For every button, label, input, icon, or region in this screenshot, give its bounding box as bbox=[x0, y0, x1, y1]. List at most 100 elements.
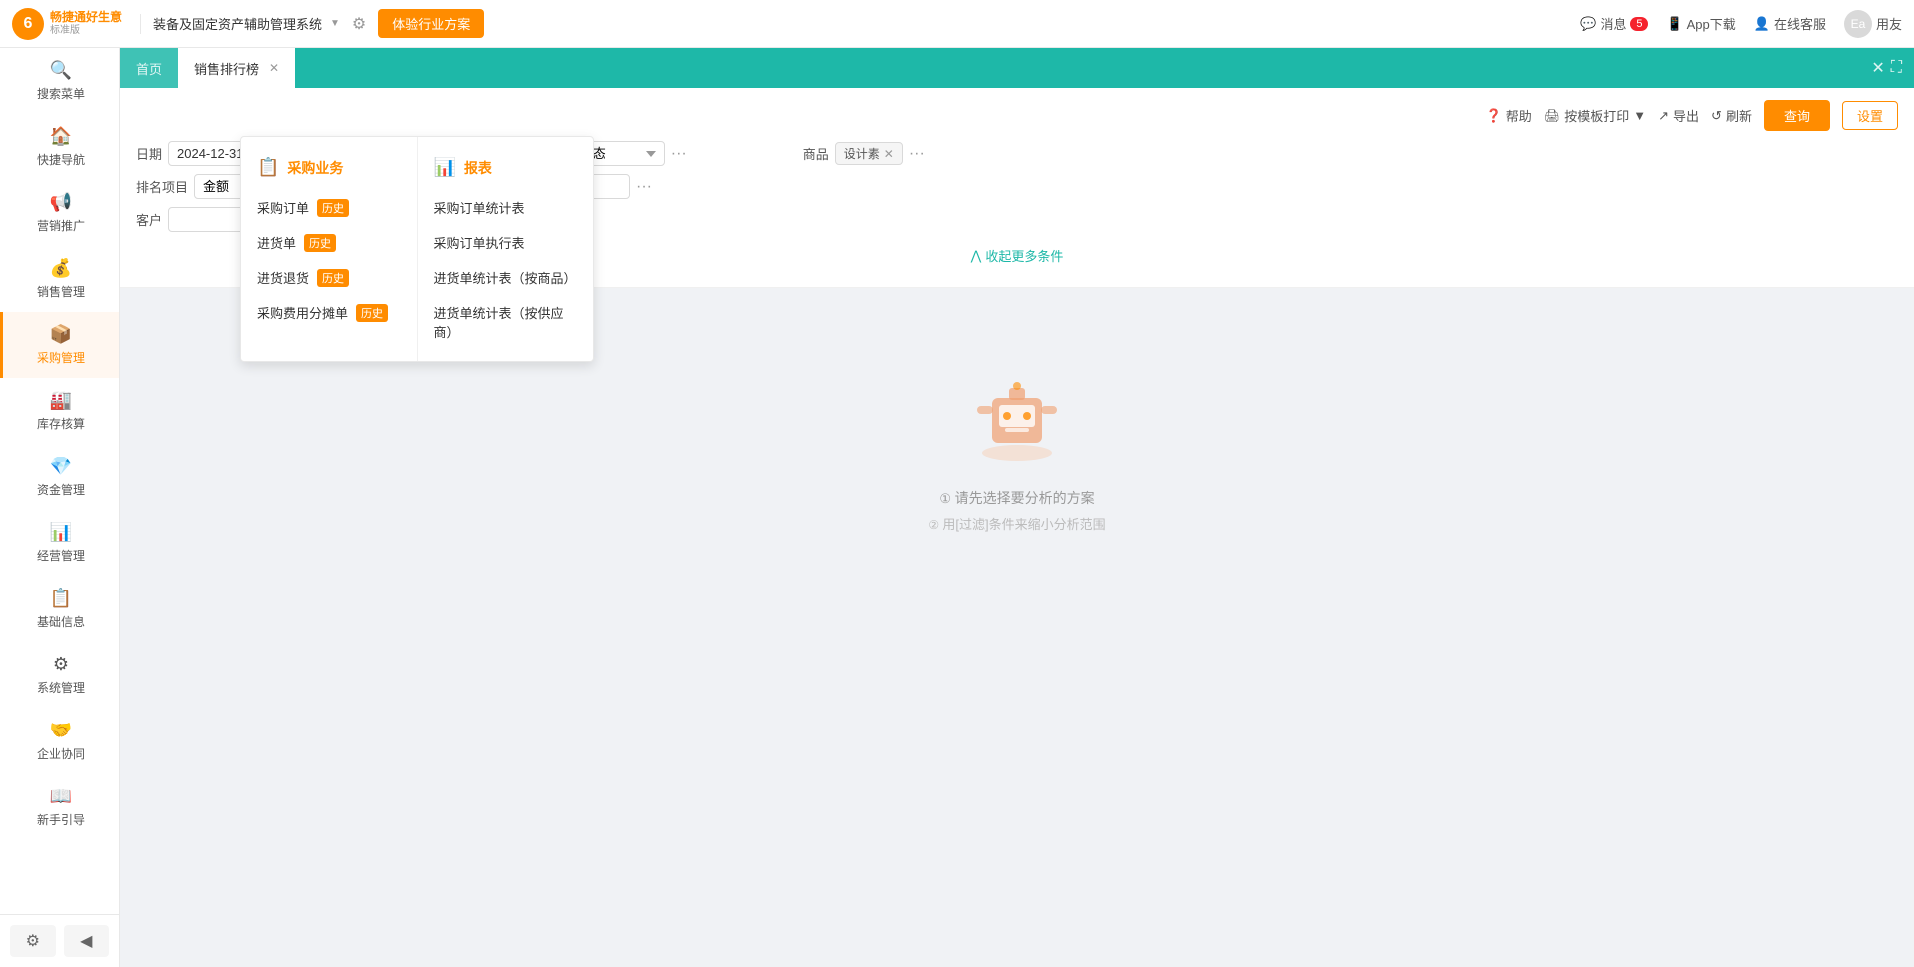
dropdown-item-expense[interactable]: 采购费用分摊单 历史 bbox=[241, 295, 417, 330]
expense-label: 采购费用分摊单 bbox=[257, 303, 348, 322]
goods-label: 商品 bbox=[803, 144, 829, 163]
system-title: 装备及固定资产辅助管理系统 bbox=[153, 14, 322, 33]
dropdown-item-po[interactable]: 采购订单 历史 bbox=[241, 190, 417, 225]
goods-more-dots[interactable]: ··· bbox=[909, 145, 925, 163]
dropdown-col-report: 📊 报表 采购订单统计表 采购订单执行表 进货单统计表（按商品） 进货单统计表（… bbox=[418, 137, 594, 361]
guide-icon: 📖 bbox=[50, 786, 72, 807]
sidebar-label-finance: 资金管理 bbox=[37, 481, 85, 498]
top-header: 6 畅捷通好生意 标准版 装备及固定资产辅助管理系统 ▼ ⚙ 体验行业方案 💬 … bbox=[0, 0, 1914, 48]
message-icon: 💬 bbox=[1580, 16, 1596, 32]
sidebar-item-system[interactable]: ⚙ 系统管理 bbox=[0, 642, 119, 708]
dropdown-item-po-stat[interactable]: 采购订单统计表 bbox=[418, 190, 594, 225]
sidebar-item-guide[interactable]: 📖 新手引导 bbox=[0, 774, 119, 840]
purchase-dropdown-menu: 📋 采购业务 采购订单 历史 进货单 历史 进货退货 历史 采购费用分摊单 bbox=[240, 136, 594, 362]
sidebar-item-purchase[interactable]: 📦 采购管理 bbox=[0, 312, 119, 378]
tab-home-label: 首页 bbox=[136, 59, 162, 78]
dropdown-item-receipt-stat-supplier[interactable]: 进货单统计表（按供应商） bbox=[418, 295, 594, 349]
inventory-icon: 🏭 bbox=[50, 390, 72, 411]
user-action[interactable]: Ea 用友 bbox=[1844, 10, 1902, 38]
sidebar-item-nav[interactable]: 🏠 快捷导航 bbox=[0, 114, 119, 180]
sidebar-label-collab: 企业协同 bbox=[37, 745, 85, 762]
search-icon: 🔍 bbox=[50, 60, 72, 81]
settings-icon[interactable]: ⚙ bbox=[352, 14, 366, 34]
return-label: 进货退货 bbox=[257, 268, 309, 287]
app-download-label: App下载 bbox=[1687, 14, 1736, 33]
empty-illustration bbox=[957, 368, 1077, 468]
sidebar-item-finance[interactable]: 💎 资金管理 bbox=[0, 444, 119, 510]
tab-close-all-icon[interactable]: ✕ bbox=[1871, 58, 1884, 78]
sidebar-label-system: 系统管理 bbox=[37, 679, 85, 696]
sidebar-item-search[interactable]: 🔍 搜索菜单 bbox=[0, 48, 119, 114]
sidebar-item-inventory[interactable]: 🏭 库存核算 bbox=[0, 378, 119, 444]
sidebar-label-sales: 销售管理 bbox=[37, 283, 85, 300]
sidebar-settings-button[interactable]: ⚙ bbox=[10, 925, 56, 957]
logo-area: 6 畅捷通好生意 标准版 bbox=[12, 8, 132, 40]
avatar: Ea bbox=[1844, 10, 1872, 38]
print-chevron-icon: ▼ bbox=[1633, 108, 1646, 123]
tab-sales-ranking[interactable]: 销售排行榜 ✕ bbox=[178, 48, 295, 88]
po-stat-label: 采购订单统计表 bbox=[434, 198, 525, 217]
dropdown-item-receipt[interactable]: 进货单 历史 bbox=[241, 225, 417, 260]
online-service-action[interactable]: 👤 在线客服 bbox=[1754, 14, 1826, 33]
expense-history-badge: 历史 bbox=[356, 304, 388, 322]
sidebar-item-collab[interactable]: 🤝 企业协同 bbox=[0, 708, 119, 774]
brand-name: 畅捷通好生意 bbox=[50, 10, 122, 24]
purchase-col-icon: 📋 bbox=[257, 157, 279, 178]
receipt-label: 进货单 bbox=[257, 233, 296, 252]
help-button[interactable]: ❓ 帮助 bbox=[1486, 106, 1532, 125]
export-button[interactable]: ↗ 导出 bbox=[1658, 106, 1699, 125]
finance-icon: 💎 bbox=[50, 456, 72, 477]
date-label: 日期 bbox=[136, 144, 162, 163]
app-download-action[interactable]: 📱 App下载 bbox=[1666, 14, 1735, 33]
dropdown-item-po-exec[interactable]: 采购订单执行表 bbox=[418, 225, 594, 260]
sidebar-label-marketing: 营销推广 bbox=[37, 217, 85, 234]
po-history-badge: 历史 bbox=[317, 199, 349, 217]
receipt-stat-supplier-label: 进货单统计表（按供应商） bbox=[434, 303, 578, 341]
empty-tip-1: ① 请先选择要分析的方案 bbox=[939, 488, 1094, 508]
dropdown-item-return[interactable]: 进货退货 历史 bbox=[241, 260, 417, 295]
po-label: 采购订单 bbox=[257, 198, 309, 217]
messages-action[interactable]: 💬 消息 5 bbox=[1580, 14, 1648, 33]
receipt-history-badge: 历史 bbox=[304, 234, 336, 252]
settings-button[interactable]: 设置 bbox=[1842, 101, 1898, 130]
messages-label: 消息 bbox=[1600, 14, 1626, 33]
sidebar-item-basic[interactable]: 📋 基础信息 bbox=[0, 576, 119, 642]
tab-home[interactable]: 首页 bbox=[120, 48, 178, 88]
dropdown-col-header-report: 📊 报表 bbox=[418, 149, 594, 190]
print-button[interactable]: 🖨 按模板打印 ▼ bbox=[1544, 106, 1646, 125]
system-icon: ⚙ bbox=[53, 654, 69, 675]
sidebar-item-sales[interactable]: 💰 销售管理 bbox=[0, 246, 119, 312]
sidebar-item-marketing[interactable]: 📢 营销推广 bbox=[0, 180, 119, 246]
status-more-dots[interactable]: ··· bbox=[671, 145, 687, 163]
collapse-label: 收起更多条件 bbox=[985, 246, 1063, 265]
refresh-button[interactable]: ↺ 刷新 bbox=[1711, 106, 1752, 125]
report-col-icon: 📊 bbox=[434, 157, 456, 178]
tab-bar: 首页 销售排行榜 ✕ ✕ ⛶ bbox=[120, 48, 1914, 88]
tab-close-icon[interactable]: ✕ bbox=[269, 61, 279, 75]
chevron-down-icon[interactable]: ▼ bbox=[330, 18, 340, 29]
dropdown-col-header-purchase: 📋 采购业务 bbox=[241, 149, 417, 190]
logo-icon: 6 bbox=[12, 8, 44, 40]
rank-label: 排名项目 bbox=[136, 177, 188, 196]
main-layout: 🔍 搜索菜单 🏠 快捷导航 📢 营销推广 💰 销售管理 📦 采购管理 🏭 库存核… bbox=[0, 48, 1914, 967]
sidebar-collapse-button[interactable]: ◀ bbox=[64, 925, 110, 957]
tab-expand-icon[interactable]: ⛶ bbox=[1891, 59, 1902, 77]
query-button[interactable]: 查询 bbox=[1764, 100, 1830, 131]
purchase-icon: 📦 bbox=[50, 324, 72, 345]
salesperson-more-dots[interactable]: ··· bbox=[636, 178, 652, 196]
dropdown-col-purchase: 📋 采购业务 采购订单 历史 进货单 历史 进货退货 历史 采购费用分摊单 bbox=[241, 137, 418, 361]
dropdown-item-receipt-stat-goods[interactable]: 进货单统计表（按商品） bbox=[418, 260, 594, 295]
return-history-badge: 历史 bbox=[317, 269, 349, 287]
sidebar-label-nav: 快捷导航 bbox=[37, 151, 85, 168]
goods-tag-close-icon[interactable]: ✕ bbox=[884, 147, 894, 161]
sidebar-label-inventory: 库存核算 bbox=[37, 415, 85, 432]
goods-tag-label: 设计素 bbox=[844, 145, 880, 162]
industry-button[interactable]: 体验行业方案 bbox=[378, 9, 484, 38]
sidebar-item-operation[interactable]: 📊 经营管理 bbox=[0, 510, 119, 576]
filter-toolbar: ❓ 帮助 🖨 按模板打印 ▼ ↗ 导出 ↺ 刷新 bbox=[136, 100, 1898, 131]
user-label: 用友 bbox=[1876, 14, 1902, 33]
customer-label: 客户 bbox=[136, 210, 162, 229]
print-icon: 🖨 bbox=[1544, 108, 1561, 124]
receipt-stat-goods-label: 进货单统计表（按商品） bbox=[434, 268, 577, 287]
dropdown-col-title-report: 报表 bbox=[464, 158, 492, 178]
